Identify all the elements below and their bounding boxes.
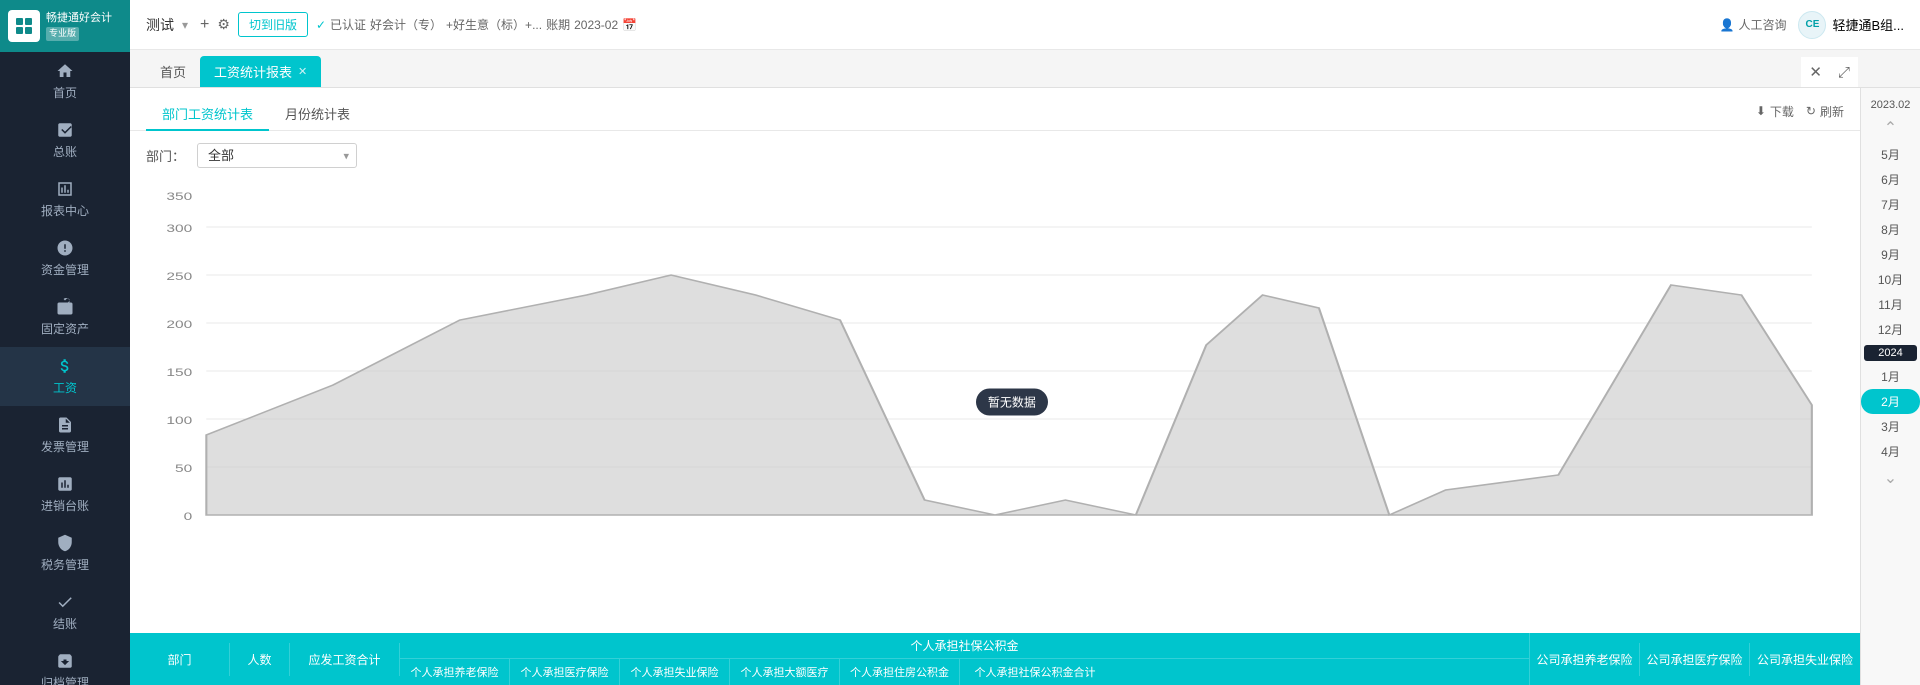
topbar-add-btn[interactable]: +	[200, 16, 209, 34]
panel-close-expand: ✕ ⤢	[1801, 57, 1858, 88]
main-panel: 测试 ▾ + ⚙ 切到旧版 ✓ 已认证 好会计（专） +好生意（标）+... 账…	[130, 0, 1920, 685]
th-group-children: 个人承担养老保险 个人承担医疗保险 个人承担失业保险 个人承担大额医疗	[400, 659, 1529, 685]
topbar-settings-btn[interactable]: ⚙	[217, 16, 230, 33]
svg-text:250: 250	[166, 270, 192, 282]
help-icon: 👤	[1720, 18, 1735, 32]
rp-year-display: 2023.02	[1865, 96, 1917, 114]
sidebar-item-tax[interactable]: 税务管理	[0, 524, 130, 583]
th-group-personal: 个人承担社保公积金 个人承担养老保险 个人承担医疗保险 个人承担失业保险	[400, 633, 1530, 685]
th-company-pension: 公司承担养老保险	[1530, 643, 1640, 676]
chart-area: 0 50 100 150 200 250 300 350	[130, 180, 1860, 633]
rp-year-2024: 2024	[1864, 345, 1917, 361]
th-pension: 个人承担养老保险	[400, 659, 510, 685]
svg-text:350: 350	[166, 190, 192, 202]
svg-text:0: 0	[184, 510, 193, 522]
rp-month-jan[interactable]: 1月	[1861, 364, 1920, 389]
th-subtotal: 个人承担社保公积金合计	[960, 659, 1110, 685]
dept-filter-select[interactable]: 全部 财务部 销售部 技术部 行政部	[197, 143, 357, 168]
sidebar-logo: 畅捷通好会计 专业版	[0, 0, 130, 52]
th-company-unemployment: 公司承担失业保险	[1750, 643, 1860, 676]
th-total-salary: 应发工资合计	[290, 643, 400, 676]
sidebar-item-settle[interactable]: 结账	[0, 583, 130, 642]
sidebar-item-purchase[interactable]: 进销台账	[0, 465, 130, 524]
svg-text:150: 150	[166, 366, 192, 378]
logo-icon	[8, 10, 40, 42]
tab-salary-report[interactable]: 工资统计报表 ✕	[200, 56, 321, 87]
certified-check-icon: ✓	[316, 18, 326, 32]
topbar-status: ✓ 已认证 好会计（专） +好生意（标）+... 账期 2023-02 📅	[316, 16, 637, 33]
th-major-medical: 个人承担大额医疗	[730, 659, 840, 685]
download-icon: ⬇	[1756, 104, 1766, 118]
table-header-top: 部门 人数 应发工资合计 个人承担社保公积金 个人承担养老保险	[130, 633, 1860, 685]
panel-expand-btn[interactable]: ⤢	[1834, 62, 1854, 83]
topbar-dropdown-arrow[interactable]: ▾	[182, 18, 188, 32]
help-btn[interactable]: 👤 人工咨询	[1720, 16, 1787, 33]
rp-scroll-down-btn[interactable]: ⌄	[1884, 468, 1897, 488]
svg-text:50: 50	[175, 462, 192, 474]
tab-home[interactable]: 首页	[146, 56, 200, 87]
tab-close-btn[interactable]: ✕	[298, 65, 307, 78]
sub-tabs: 部门工资统计表 月份统计表 ⬇ 下载 ↻ 刷新	[130, 88, 1860, 131]
sidebar-item-reports[interactable]: 报表中心	[0, 170, 130, 229]
sidebar-nav: 首页 总账 报表中心 资金管理 固定资产 工资 发票管理	[0, 52, 130, 685]
tabs-bar: 首页 工资统计报表 ✕	[130, 50, 1920, 88]
rp-scroll-up-btn[interactable]: ⌃	[1884, 118, 1897, 138]
topbar-title: 测试	[146, 15, 174, 35]
refresh-btn[interactable]: ↻ 刷新	[1806, 103, 1844, 120]
refresh-icon: ↻	[1806, 104, 1816, 118]
rp-month-apr[interactable]: 4月	[1861, 439, 1920, 464]
calendar-icon[interactable]: 📅	[622, 18, 637, 32]
download-btn[interactable]: ⬇ 下载	[1756, 103, 1794, 120]
sub-tab-dept[interactable]: 部门工资统计表	[146, 98, 269, 131]
th-count: 人数	[230, 643, 290, 676]
sidebar-item-funds[interactable]: 资金管理	[0, 229, 130, 288]
sidebar-item-assets[interactable]: 固定资产	[0, 288, 130, 347]
rp-month-10[interactable]: 10月	[1861, 267, 1920, 292]
svg-text:200: 200	[166, 318, 192, 330]
panel-close-btn[interactable]: ✕	[1805, 61, 1826, 83]
rp-month-mar[interactable]: 3月	[1861, 414, 1920, 439]
content-area: 部门工资统计表 月份统计表 ⬇ 下载 ↻ 刷新	[130, 88, 1920, 685]
filter-row: 部门： 全部 财务部 销售部 技术部 行政部	[130, 131, 1860, 180]
main-content: 部门工资统计表 月份统计表 ⬇ 下载 ↻ 刷新	[130, 88, 1860, 685]
filter-label: 部门：	[146, 146, 185, 165]
chart-svg: 0 50 100 150 200 250 300 350	[150, 190, 1840, 530]
sidebar-item-ledger[interactable]: 总账	[0, 111, 130, 170]
rp-month-feb[interactable]: 2月	[1861, 389, 1920, 414]
table-header: 部门 人数 应发工资合计 个人承担社保公积金 个人承担养老保险	[130, 633, 1860, 685]
rp-month-5[interactable]: 5月	[1861, 142, 1920, 167]
switch-old-version-btn[interactable]: 切到旧版	[238, 12, 308, 37]
topbar: 测试 ▾ + ⚙ 切到旧版 ✓ 已认证 好会计（专） +好生意（标）+... 账…	[130, 0, 1920, 50]
sidebar: 畅捷通好会计 专业版 首页 总账 报表中心 资金管理 固定资产	[0, 0, 130, 685]
filter-select-wrap: 全部 财务部 销售部 技术部 行政部	[197, 143, 357, 168]
rp-month-11[interactable]: 11月	[1861, 292, 1920, 317]
th-unemployment: 个人承担失业保险	[620, 659, 730, 685]
th-medical: 个人承担医疗保险	[510, 659, 620, 685]
user-avatar-btn[interactable]: CE 轻捷通B组...	[1798, 11, 1904, 39]
sidebar-item-archive[interactable]: 归档管理	[0, 642, 130, 685]
sub-tabs-actions: ⬇ 下载 ↻ 刷新	[1756, 103, 1844, 126]
rp-month-6[interactable]: 6月	[1861, 167, 1920, 192]
svg-text:300: 300	[166, 222, 192, 234]
rp-month-12[interactable]: 12月	[1861, 317, 1920, 342]
avatar-circle: CE	[1798, 11, 1826, 39]
chart-wrap: 0 50 100 150 200 250 300 350	[150, 190, 1840, 623]
sub-tab-monthly[interactable]: 月份统计表	[269, 98, 366, 131]
th-housing: 个人承担住房公积金	[840, 659, 960, 685]
sidebar-item-salary[interactable]: 工资	[0, 347, 130, 406]
svg-text:100: 100	[166, 414, 192, 426]
sidebar-item-home[interactable]: 首页	[0, 52, 130, 111]
logo-text: 畅捷通好会计 专业版	[46, 11, 112, 41]
rp-month-8[interactable]: 8月	[1861, 217, 1920, 242]
topbar-right: 👤 人工咨询 CE 轻捷通B组...	[1720, 11, 1904, 39]
sidebar-item-invoices[interactable]: 发票管理	[0, 406, 130, 465]
th-dept: 部门	[130, 643, 230, 676]
right-panel: 2023.02 ⌃ 5月 6月 7月 8月 9月 10月 11月 12月 202…	[1860, 88, 1920, 685]
th-company-medical: 公司承担医疗保险	[1640, 643, 1750, 676]
rp-month-7[interactable]: 7月	[1861, 192, 1920, 217]
rp-month-9[interactable]: 9月	[1861, 242, 1920, 267]
